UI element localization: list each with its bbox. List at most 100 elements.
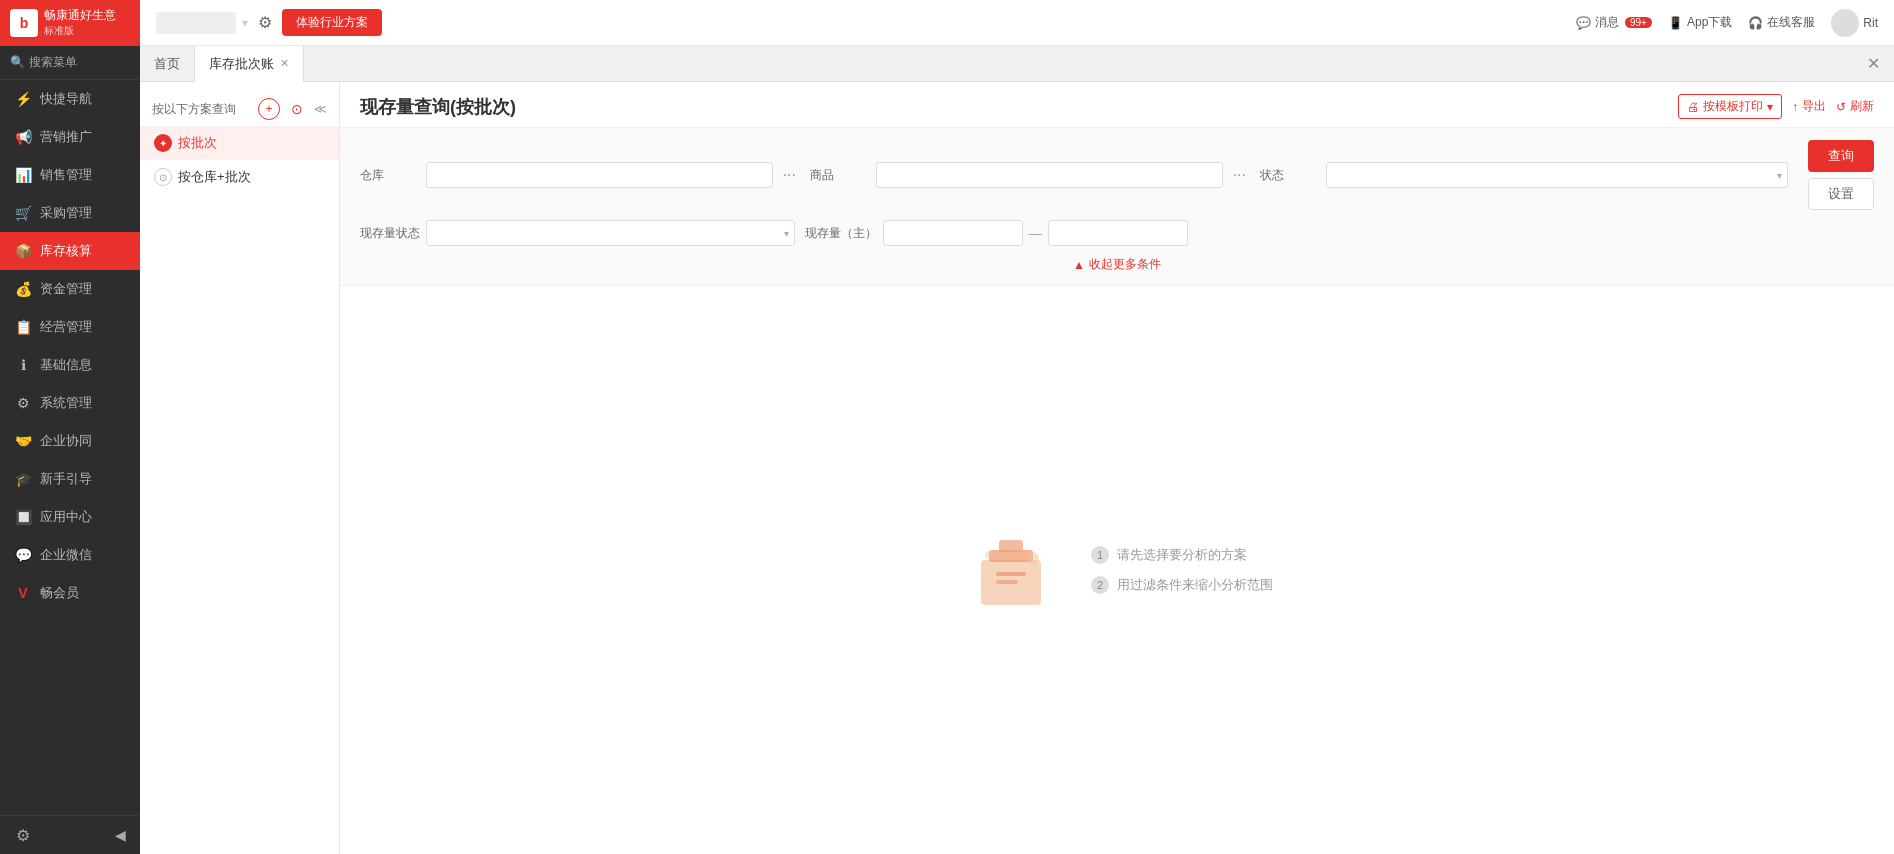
sidebar-item-purchase[interactable]: 🛒 采购管理 bbox=[0, 194, 140, 232]
stock-quantity-max-input[interactable] bbox=[1048, 220, 1188, 246]
breadcrumb: ▾ bbox=[156, 12, 248, 34]
sidebar-item-quick-nav[interactable]: ⚡ 快捷导航 bbox=[0, 80, 140, 118]
empty-tip-1: 1 请先选择要分析的方案 bbox=[1091, 546, 1273, 564]
sidebar-item-finance[interactable]: 💰 资金管理 bbox=[0, 270, 140, 308]
sidebar-item-marketing[interactable]: 📢 营销推广 bbox=[0, 118, 140, 156]
goods-input[interactable] bbox=[876, 162, 1223, 188]
scheme-label: 按仓库+批次 bbox=[178, 168, 251, 186]
sidebar-item-label: 应用中心 bbox=[40, 508, 92, 526]
sidebar-item-new-guide[interactable]: 🎓 新手引导 bbox=[0, 460, 140, 498]
sidebar-menu: ⚡ 快捷导航 📢 营销推广 📊 销售管理 🛒 采购管理 📦 库存核算 💰 资金管… bbox=[0, 80, 140, 815]
sidebar-item-label: 畅会员 bbox=[40, 584, 79, 602]
page-header-actions: 🖨 按模板打印 ▾ ↑ 导出 ↺ 刷新 bbox=[1678, 94, 1874, 119]
settings-icon[interactable]: ⚙ bbox=[258, 13, 272, 32]
empty-state: 1 请先选择要分析的方案 2 用过滤条件来缩小分析范围 bbox=[340, 286, 1894, 854]
svg-point-6 bbox=[985, 551, 993, 559]
tab-bar-close-btn[interactable]: ✕ bbox=[1853, 54, 1894, 73]
sidebar-item-app-center[interactable]: 🔲 应用中心 bbox=[0, 498, 140, 536]
tab-close-icon[interactable]: ✕ bbox=[280, 57, 289, 70]
refresh-label: 刷新 bbox=[1850, 98, 1874, 115]
sidebar-item-inventory[interactable]: 📦 库存核算 bbox=[0, 232, 140, 270]
print-btn[interactable]: 🖨 按模板打印 ▾ bbox=[1678, 94, 1782, 119]
topbar: ▾ ⚙ 体验行业方案 💬 消息 99+ 📱 App下载 🎧 在线客服 Rit bbox=[140, 0, 1894, 46]
collapse-panel-btn[interactable]: ≪ bbox=[314, 102, 327, 116]
online-service-label: 在线客服 bbox=[1767, 14, 1815, 31]
experience-btn[interactable]: 体验行业方案 bbox=[282, 9, 382, 36]
topbar-actions: 💬 消息 99+ 📱 App下载 🎧 在线客服 Rit bbox=[1576, 9, 1878, 37]
settings-btn[interactable]: 设置 bbox=[1808, 178, 1874, 210]
tab-bar: 首页 库存批次账 ✕ ✕ bbox=[140, 46, 1894, 82]
phone-icon: 📱 bbox=[1668, 16, 1683, 30]
stock-quantity-min-input[interactable] bbox=[883, 220, 1023, 246]
goods-dots[interactable]: ··· bbox=[1229, 166, 1250, 184]
warehouse-dots[interactable]: ··· bbox=[779, 166, 800, 184]
page-title: 现存量查询(按批次) bbox=[360, 95, 516, 119]
sidebar-item-label: 销售管理 bbox=[40, 166, 92, 184]
export-icon: ↑ bbox=[1792, 100, 1798, 114]
tab-home[interactable]: 首页 bbox=[140, 46, 195, 82]
sidebar-item-label: 营销推广 bbox=[40, 128, 92, 146]
collapse-filter-btn[interactable]: ▲ 收起更多条件 bbox=[360, 256, 1874, 273]
tab-batch-account[interactable]: 库存批次账 ✕ bbox=[195, 46, 304, 82]
sidebar-item-basic[interactable]: ℹ 基础信息 bbox=[0, 346, 140, 384]
quick-nav-icon: ⚡ bbox=[14, 90, 32, 108]
app-download-btn[interactable]: 📱 App下载 bbox=[1668, 14, 1732, 31]
svg-rect-4 bbox=[996, 580, 1018, 584]
left-panel-header: 按以下方案查询 + ⊙ ≪ bbox=[140, 92, 339, 126]
main-area: ▾ ⚙ 体验行业方案 💬 消息 99+ 📱 App下载 🎧 在线客服 Rit bbox=[140, 0, 1894, 854]
member-icon: V bbox=[14, 584, 32, 602]
sidebar-item-operations[interactable]: 📋 经营管理 bbox=[0, 308, 140, 346]
purchase-icon: 🛒 bbox=[14, 204, 32, 222]
sidebar-item-label: 系统管理 bbox=[40, 394, 92, 412]
new-guide-icon: 🎓 bbox=[14, 470, 32, 488]
filter-actions: 查询 设置 bbox=[1798, 140, 1874, 210]
export-btn[interactable]: ↑ 导出 bbox=[1792, 98, 1826, 115]
app-logo: b bbox=[10, 9, 38, 37]
settings-footer-icon[interactable]: ⚙ bbox=[14, 826, 32, 844]
left-panel-actions: + ⊙ ≪ bbox=[258, 98, 327, 120]
sidebar-item-sales[interactable]: 📊 销售管理 bbox=[0, 156, 140, 194]
messages-btn[interactable]: 💬 消息 99+ bbox=[1576, 14, 1652, 31]
sidebar-item-enterprise-collab[interactable]: 🤝 企业协同 bbox=[0, 422, 140, 460]
search-label: 搜索菜单 bbox=[29, 54, 77, 71]
company-name: 畅康通好生意 bbox=[44, 8, 116, 24]
breadcrumb-arrow: ▾ bbox=[242, 16, 248, 30]
search-icon: 🔍 bbox=[10, 55, 25, 69]
warehouse-input[interactable] bbox=[426, 162, 773, 188]
collapse-sidebar-btn[interactable]: ◀ bbox=[115, 827, 126, 843]
goods-filter: 商品 ··· bbox=[810, 162, 1250, 188]
sidebar-item-member[interactable]: V 畅会员 bbox=[0, 574, 140, 612]
sidebar-item-system[interactable]: ⚙ 系统管理 bbox=[0, 384, 140, 422]
empty-illustration bbox=[961, 520, 1061, 620]
collapse-label: 收起更多条件 bbox=[1089, 256, 1161, 273]
sidebar-item-enterprise-wechat[interactable]: 💬 企业微信 bbox=[0, 536, 140, 574]
sidebar-item-label: 基础信息 bbox=[40, 356, 92, 374]
filter-row-1: 仓库 ··· 商品 ··· 状态 bbox=[360, 140, 1874, 210]
status-label: 状态 bbox=[1260, 167, 1320, 184]
online-service-btn[interactable]: 🎧 在线客服 bbox=[1748, 14, 1815, 31]
scheme-by-warehouse-batch[interactable]: ⊙ 按仓库+批次 bbox=[140, 160, 339, 194]
tip-num-2: 2 bbox=[1091, 576, 1109, 594]
sidebar-item-label: 企业协同 bbox=[40, 432, 92, 450]
status-select-wrap: ▾ bbox=[1326, 162, 1788, 188]
warehouse-filter: 仓库 ··· bbox=[360, 162, 800, 188]
refresh-icon: ↺ bbox=[1836, 100, 1846, 114]
user-avatar-btn[interactable]: Rit bbox=[1831, 9, 1878, 37]
print-dropdown-icon[interactable]: ▾ bbox=[1767, 100, 1773, 114]
search-menu[interactable]: 🔍 搜索菜单 bbox=[0, 46, 140, 80]
tab-home-label: 首页 bbox=[154, 55, 180, 73]
scheme-settings-btn[interactable]: ⊙ bbox=[286, 98, 308, 120]
stock-status-filter: 现存量状态 ▾ bbox=[360, 220, 795, 246]
stock-status-select[interactable] bbox=[426, 220, 795, 246]
quantity-dash: — bbox=[1029, 226, 1042, 241]
left-panel: 按以下方案查询 + ⊙ ≪ ✦ 按批次 ⊙ 按仓库+批次 bbox=[140, 82, 340, 854]
headset-icon: 🎧 bbox=[1748, 16, 1763, 30]
filter-area: 仓库 ··· 商品 ··· 状态 bbox=[340, 128, 1894, 286]
query-btn[interactable]: 查询 bbox=[1808, 140, 1874, 172]
refresh-btn[interactable]: ↺ 刷新 bbox=[1836, 98, 1874, 115]
status-select[interactable] bbox=[1326, 162, 1788, 188]
scheme-by-batch[interactable]: ✦ 按批次 bbox=[140, 126, 339, 160]
marketing-icon: 📢 bbox=[14, 128, 32, 146]
print-label: 按模板打印 bbox=[1703, 98, 1763, 115]
add-scheme-btn[interactable]: + bbox=[258, 98, 280, 120]
